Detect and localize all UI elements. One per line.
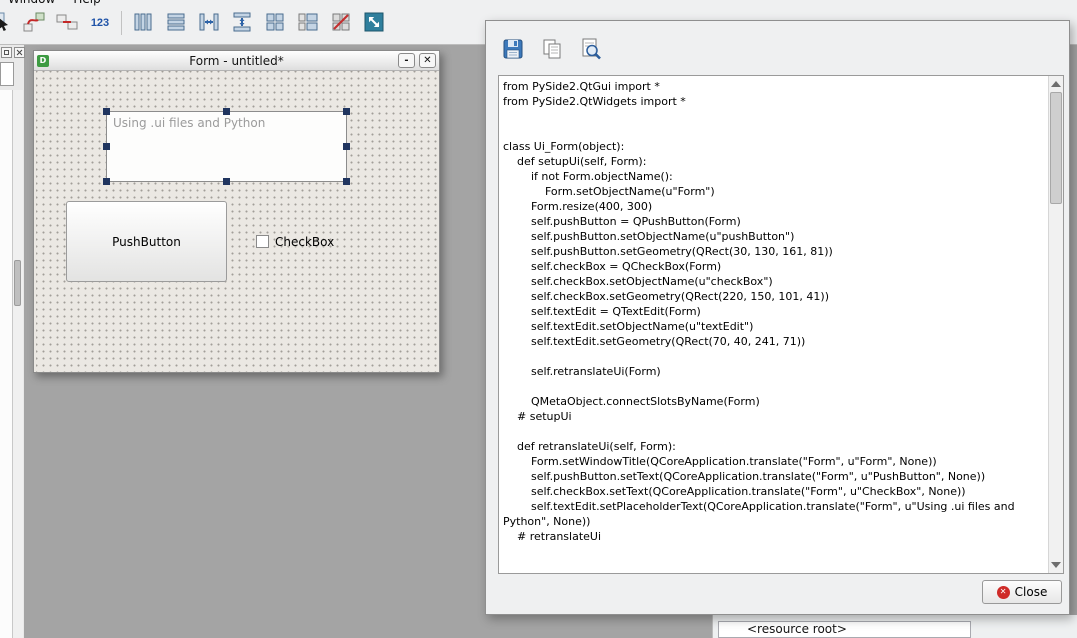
- code-view[interactable]: from PySide2.QtGui import * from PySide2…: [498, 75, 1064, 574]
- edit-signals-slots-button[interactable]: [19, 8, 49, 38]
- menubar: Window Help: [8, 0, 119, 6]
- edit-widgets-button[interactable]: [0, 8, 16, 38]
- layout-form-button[interactable]: [293, 8, 323, 38]
- toolbar-separator: [121, 11, 122, 35]
- layout-grid-button[interactable]: [260, 8, 290, 38]
- form-window-title: Form - untitled*: [34, 54, 439, 68]
- selection-handle[interactable]: [343, 108, 350, 115]
- adjust-size-button[interactable]: [359, 8, 389, 38]
- resource-root-label: <resource root>: [719, 622, 970, 637]
- menu-window[interactable]: Window: [8, 0, 55, 6]
- layout-vertical-button[interactable]: [161, 8, 191, 38]
- copy-button[interactable]: [537, 35, 567, 65]
- layout-horizontal-splitter-button[interactable]: [194, 8, 224, 38]
- code-text: from PySide2.QtGui import * from PySide2…: [499, 76, 1046, 547]
- save-button[interactable]: [498, 35, 528, 65]
- left-scrollbar-thumb[interactable]: [14, 260, 21, 306]
- qt-designer-screen: Window Help 123: [0, 0, 1077, 638]
- close-button[interactable]: ✕ Close: [982, 580, 1062, 604]
- checkbox-widget[interactable]: CheckBox: [256, 221, 357, 262]
- selection-handle[interactable]: [223, 108, 230, 115]
- edit-tab-order-icon: 123: [91, 17, 109, 29]
- form-window-icon: D: [37, 55, 49, 67]
- form-window-titlebar[interactable]: D Form - untitled* - ✕: [34, 51, 439, 71]
- main-toolbar: 123: [0, 8, 392, 38]
- copy-icon: [540, 37, 564, 64]
- minimize-button[interactable]: -: [398, 53, 415, 68]
- dock-float-button[interactable]: [1, 47, 12, 58]
- adjust-size-icon: [363, 11, 385, 36]
- layout-horizontal-icon: [132, 11, 154, 36]
- code-dialog-toolbar: [498, 35, 606, 65]
- left-scrollbar[interactable]: [13, 90, 23, 638]
- scrollbar-thumb[interactable]: [1050, 92, 1062, 204]
- checkbox-label: CheckBox: [275, 235, 334, 249]
- dock-close-button[interactable]: [14, 47, 25, 58]
- menu-help[interactable]: Help: [73, 0, 100, 6]
- textedit-placeholder: Using .ui files and Python: [113, 116, 265, 130]
- selection-handle[interactable]: [343, 178, 350, 185]
- selection-handle[interactable]: [103, 178, 110, 185]
- edit-signals-slots-icon: [22, 10, 46, 37]
- pushbutton-widget[interactable]: PushButton: [66, 201, 227, 282]
- form-canvas[interactable]: Using .ui files and Python PushButton Ch…: [36, 71, 437, 372]
- layout-grid-icon: [264, 11, 286, 36]
- close-button-label: Close: [1015, 585, 1048, 599]
- break-layout-button[interactable]: [326, 8, 356, 38]
- code-preview-dialog: from PySide2.QtGui import * from PySide2…: [485, 20, 1070, 615]
- scroll-down-icon[interactable]: [1051, 562, 1061, 568]
- vertical-scrollbar[interactable]: [1048, 76, 1063, 573]
- selection-handle[interactable]: [103, 143, 110, 150]
- edit-widgets-icon: [0, 10, 13, 37]
- checkbox-indicator[interactable]: [256, 235, 269, 248]
- break-layout-icon: [330, 11, 352, 36]
- layout-form-icon: [297, 11, 319, 36]
- edit-buddies-icon: [55, 10, 79, 37]
- layout-horizontal-splitter-icon: [198, 11, 220, 36]
- find-button[interactable]: [576, 35, 606, 65]
- resource-root-item[interactable]: <resource root>: [718, 621, 971, 638]
- widget-box-list[interactable]: [0, 90, 13, 638]
- edit-buddies-button[interactable]: [52, 8, 82, 38]
- layout-horizontal-button[interactable]: [128, 8, 158, 38]
- layout-vertical-icon: [165, 11, 187, 36]
- float-icon: [4, 50, 9, 55]
- layout-vertical-splitter-icon: [231, 11, 253, 36]
- form-designer-window: D Form - untitled* - ✕ Using .ui files a…: [33, 50, 440, 373]
- widget-box-dock: [0, 45, 24, 638]
- scroll-up-icon[interactable]: [1051, 81, 1061, 87]
- widget-filter-input[interactable]: [0, 62, 14, 86]
- edit-tab-order-button[interactable]: 123: [85, 8, 115, 38]
- close-window-button[interactable]: ✕: [419, 53, 436, 68]
- selection-handle[interactable]: [103, 108, 110, 115]
- resource-browser-panel: <resource root>: [712, 615, 1077, 638]
- selection-handle[interactable]: [343, 143, 350, 150]
- selection-handle[interactable]: [223, 178, 230, 185]
- find-icon: [579, 37, 603, 64]
- textedit-widget[interactable]: Using .ui files and Python: [106, 111, 347, 182]
- layout-vertical-splitter-button[interactable]: [227, 8, 257, 38]
- close-icon: ✕: [997, 586, 1010, 599]
- save-icon: [501, 37, 525, 64]
